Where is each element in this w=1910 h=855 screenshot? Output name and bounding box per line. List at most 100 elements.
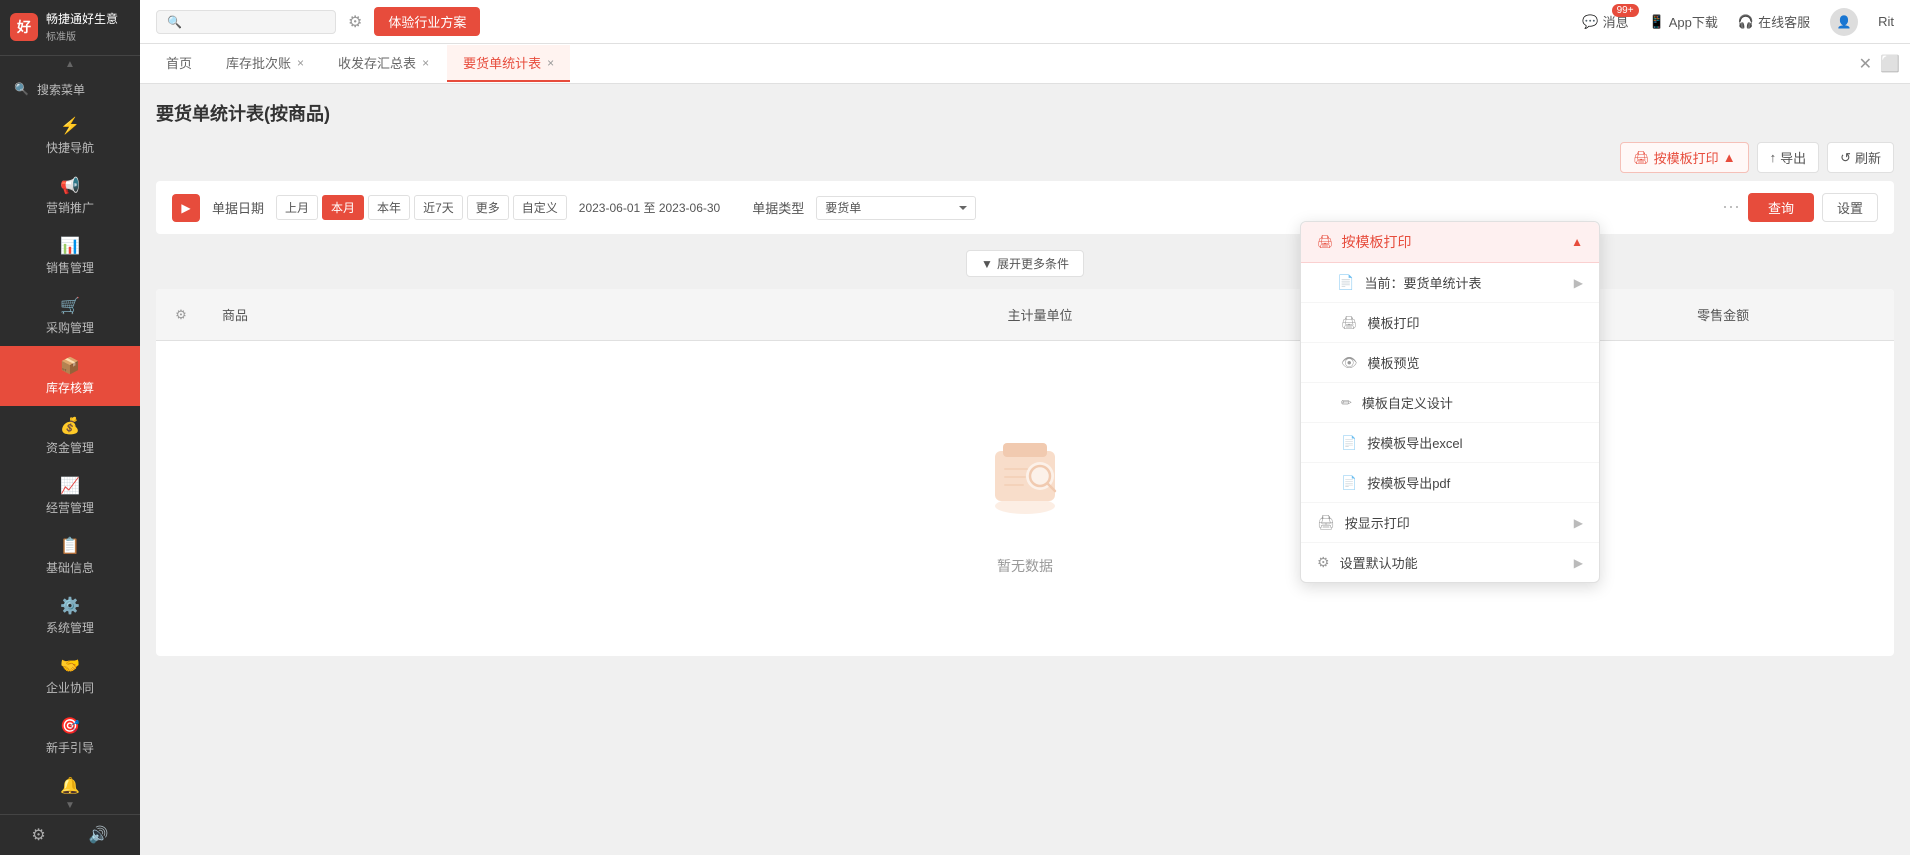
topbar-gear-icon[interactable]: ⚙ [348, 12, 362, 32]
display-print-label: 按显示打印 [1345, 513, 1410, 532]
sidebar-scroll-down[interactable]: ▼ [0, 797, 140, 814]
print-dropdown-template-custom[interactable]: ✏ 模板自定义设计 [1301, 383, 1599, 423]
app-logo-icon: 好 [10, 13, 38, 41]
sidebar-item-guide[interactable]: 🎯 新手引导 [0, 706, 140, 766]
sidebar-item-system[interactable]: ⚙️ 系统管理 [0, 586, 140, 646]
filter-setting-button[interactable]: 设置 [1822, 193, 1878, 222]
sidebar-search-label: 搜索菜单 [37, 81, 85, 98]
sales-icon: 📊 [60, 236, 80, 256]
sidebar-item-business[interactable]: 📈 经营管理 [0, 466, 140, 526]
appstore-icon: 🔔 [60, 776, 80, 796]
app-name-group: 畅捷通好生意 标准版 [46, 12, 118, 43]
print-dropdown-export-pdf[interactable]: 📄 按模板导出pdf [1301, 463, 1599, 503]
sidebar-item-sales[interactable]: 📊 销售管理 [0, 226, 140, 286]
table-settings-icon[interactable]: ⚙ [175, 307, 187, 322]
sidebar-item-label: 采购管理 [46, 319, 94, 336]
settings-footer-icon[interactable]: ⚙ [31, 825, 45, 845]
printer-icon: 🖨 [1633, 150, 1650, 166]
print-dropdown-template-preview[interactable]: 👁 模板预览 [1301, 343, 1599, 383]
messages-badge: 99+ [1612, 4, 1639, 17]
filter-more-dots[interactable]: ⋯ [1722, 197, 1740, 218]
sidebar-scroll-up[interactable]: ▲ [0, 56, 140, 73]
refresh-button[interactable]: ↺ 刷新 [1827, 142, 1894, 173]
sound-footer-icon[interactable]: 🔊 [89, 825, 109, 845]
sidebar-item-label: 资金管理 [46, 439, 94, 456]
topbar-search-icon: 🔍 [167, 15, 182, 29]
tab-controls: ✕ ⬜ [1859, 54, 1900, 74]
topbar: 🔍 ⚙ 体验行业方案 💬 消息 99+ 📱 App下载 🎧 在线客服 👤 Rit [140, 0, 1910, 44]
sidebar-item-basic[interactable]: 📋 基础信息 [0, 526, 140, 586]
sidebar-item-label: 快捷导航 [46, 139, 94, 156]
print-dropdown-default-function[interactable]: ⚙ 设置默认功能 ▶ [1301, 543, 1599, 582]
filter-toggle-button[interactable]: ▶ [172, 194, 200, 222]
date-btn-last-month[interactable]: 上月 [276, 195, 318, 220]
print-dropdown-printer-icon: 🖨 [1317, 234, 1334, 250]
sidebar-item-search[interactable]: 🔍 搜索菜单 [0, 73, 140, 106]
app-download-item[interactable]: 📱 App下载 [1649, 12, 1718, 31]
guide-icon: 🎯 [60, 716, 80, 736]
basic-icon: 📋 [60, 536, 80, 556]
print-dropdown-current-item[interactable]: 📄 当前：要货单统计表 ▶ [1301, 263, 1599, 303]
tab-income-summary[interactable]: 收发存汇总表 × [322, 45, 445, 82]
default-function-label: 设置默认功能 [1340, 553, 1418, 572]
trial-button[interactable]: 体验行业方案 [374, 7, 480, 36]
sidebar-item-quick-nav[interactable]: ⚡ 快捷导航 [0, 106, 140, 166]
quick-nav-icon: ⚡ [60, 116, 80, 136]
sidebar-item-marketing[interactable]: 📢 营销推广 [0, 166, 140, 226]
sidebar-item-purchase[interactable]: 🛒 采购管理 [0, 286, 140, 346]
sidebar-item-label: 新手引导 [46, 739, 94, 756]
date-btn-this-year[interactable]: 本年 [368, 195, 410, 220]
tab-income-summary-close[interactable]: × [422, 56, 429, 70]
tab-expand-icon[interactable]: ⬜ [1880, 54, 1900, 74]
tab-inventory-batch[interactable]: 库存批次账 × [210, 45, 320, 82]
app-version: 标准版 [46, 28, 118, 43]
tab-inventory-batch-close[interactable]: × [297, 56, 304, 70]
date-range-display: 2023-06-01 至 2023-06-30 [579, 199, 720, 216]
print-dropdown-display-print[interactable]: 🖨 按显示打印 ▶ [1301, 503, 1599, 543]
print-dropdown-collapse-icon[interactable]: ▲ [1571, 235, 1583, 249]
export-excel-label: 按模板导出excel [1367, 433, 1462, 452]
user-avatar[interactable]: 👤 [1830, 8, 1858, 36]
display-print-arrow-icon: ▶ [1574, 516, 1583, 530]
date-filter-buttons: 上月 本月 本年 近7天 更多 自定义 [276, 195, 567, 220]
export-button[interactable]: ↑ 导出 [1757, 142, 1820, 173]
sidebar-item-inventory[interactable]: 📦 库存核算 [0, 346, 140, 406]
query-button[interactable]: 查询 [1748, 193, 1814, 222]
sidebar-item-label: 企业协同 [46, 679, 94, 696]
template-preview-label: 模板预览 [1368, 353, 1420, 372]
template-print-icon: 🖨 [1341, 315, 1358, 331]
business-icon: 📈 [60, 476, 80, 496]
date-filter-label: 单据日期 [212, 198, 264, 217]
sidebar-nav: 🔍 搜索菜单 ⚡ 快捷导航 📢 营销推广 📊 销售管理 🛒 采购管理 📦 库存核… [0, 73, 140, 797]
tab-close-all-icon[interactable]: ✕ [1859, 54, 1872, 74]
messages-item[interactable]: 💬 消息 99+ [1582, 12, 1628, 31]
top-action-area: 🖨 按模板打印 ▲ ↑ 导出 ↺ 刷新 [156, 142, 1894, 173]
template-print-button[interactable]: 🖨 按模板打印 ▲ [1620, 142, 1748, 173]
username-label: Rit [1878, 14, 1894, 29]
tab-order-stats-label: 要货单统计表 [463, 53, 541, 72]
date-btn-custom[interactable]: 自定义 [513, 195, 567, 220]
print-dropdown-export-excel[interactable]: 📄 按模板导出excel [1301, 423, 1599, 463]
tab-order-stats[interactable]: 要货单统计表 × [447, 45, 570, 82]
template-preview-icon: 👁 [1341, 355, 1358, 371]
sidebar-item-collab[interactable]: 🤝 企业协同 [0, 646, 140, 706]
expand-more-button[interactable]: ▼ 展开更多条件 [966, 250, 1084, 277]
sidebar-item-finance[interactable]: 💰 资金管理 [0, 406, 140, 466]
date-btn-more[interactable]: 更多 [467, 195, 509, 220]
current-template-icon: 📄 [1337, 274, 1354, 291]
print-dropdown-header[interactable]: 🖨 按模板打印 ▲ [1301, 222, 1599, 263]
sidebar-item-label: 营销推广 [46, 199, 94, 216]
tab-home[interactable]: 首页 [150, 45, 208, 82]
app-download-label: App下载 [1669, 12, 1718, 31]
topbar-search-box[interactable]: 🔍 [156, 10, 336, 34]
type-filter-select[interactable]: 要货单 [816, 196, 976, 220]
print-dropdown-template-print[interactable]: 🖨 模板打印 [1301, 303, 1599, 343]
online-service-item[interactable]: 🎧 在线客服 [1738, 12, 1810, 31]
expand-more-label: 展开更多条件 [997, 255, 1069, 272]
date-btn-7days[interactable]: 近7天 [414, 195, 463, 220]
sidebar-item-appstore[interactable]: 🔔 应用中心 [0, 766, 140, 797]
current-template-label: 当前：要货单统计表 [1364, 273, 1481, 292]
tab-income-summary-label: 收发存汇总表 [338, 53, 416, 72]
date-btn-this-month[interactable]: 本月 [322, 195, 364, 220]
tab-order-stats-close[interactable]: × [547, 56, 554, 70]
